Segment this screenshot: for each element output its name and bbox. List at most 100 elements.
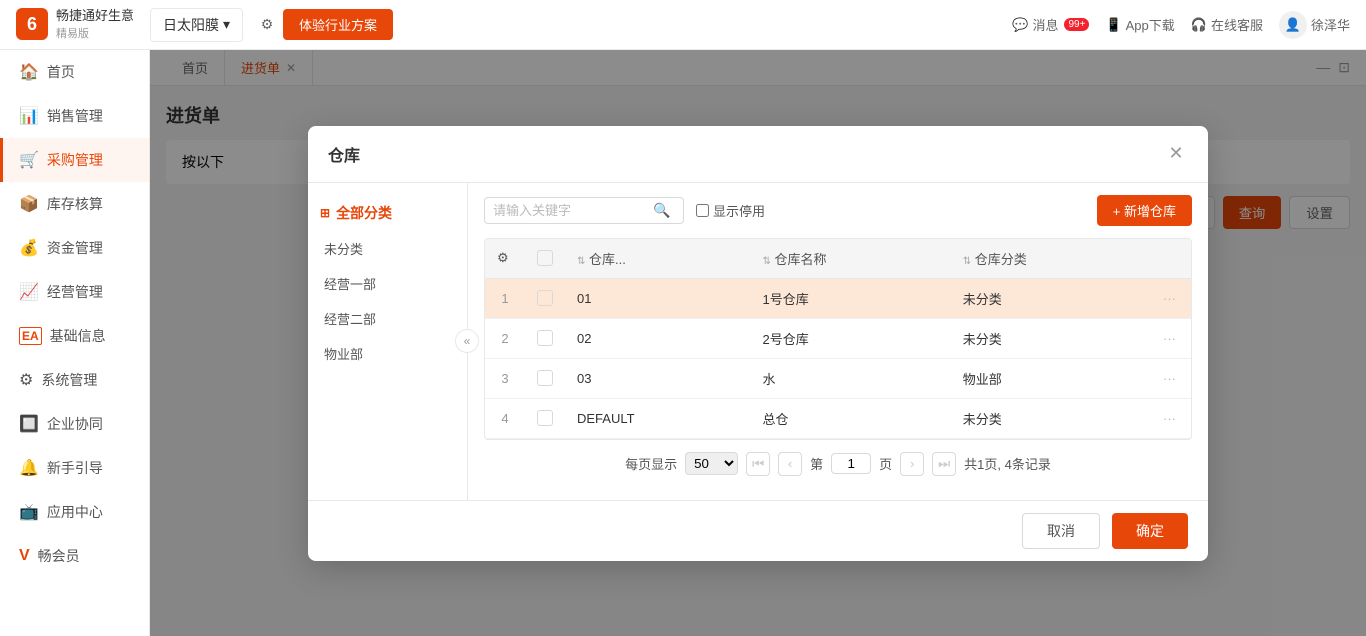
table-row[interactable]: 3 03 水 物业部 ··· xyxy=(485,358,1191,398)
category-item-property[interactable]: 物业部 xyxy=(308,336,467,371)
sidebar-item-enterprise[interactable]: 🔲 企业协同 xyxy=(0,402,149,446)
sidebar-label-sales: 销售管理 xyxy=(47,106,103,126)
row-checkbox-cell[interactable] xyxy=(525,318,565,358)
row-code: 01 xyxy=(565,278,751,318)
row-category: 物业部 xyxy=(951,358,1151,398)
col-name-header[interactable]: ⇅ 仓库名称 xyxy=(751,239,951,279)
try-button[interactable]: 体验行业方案 xyxy=(283,9,393,40)
modal-overlay: 仓库 ✕ ⊞ 全部分类 未分类 经营一部 经营二部 物业部 xyxy=(150,50,1366,636)
col-actions-header xyxy=(1151,239,1191,279)
user-info[interactable]: 👤 徐泽华 xyxy=(1279,11,1350,39)
row-checkbox[interactable] xyxy=(537,330,553,346)
modal-close-button[interactable]: ✕ xyxy=(1164,142,1188,166)
purchase-icon: 🛒 xyxy=(19,150,39,170)
row-code: 02 xyxy=(565,318,751,358)
col-checkbox-header xyxy=(525,239,565,279)
per-page-select[interactable]: 50 20 100 xyxy=(685,452,738,475)
sidebar-item-operations[interactable]: 📈 经营管理 xyxy=(0,270,149,314)
row-checkbox[interactable] xyxy=(537,290,553,306)
row-num: 1 xyxy=(485,278,525,318)
sort-category-icon: ⇅ xyxy=(963,256,971,267)
page-input[interactable] xyxy=(831,453,871,474)
row-category: 未分类 xyxy=(951,398,1151,438)
select-all-checkbox[interactable] xyxy=(537,250,553,266)
customer-service-label: 在线客服 xyxy=(1211,15,1263,34)
row-name: 1号仓库 xyxy=(751,278,951,318)
row-more: ··· xyxy=(1151,358,1191,398)
table-row[interactable]: 1 01 1号仓库 未分类 ··· xyxy=(485,278,1191,318)
sidebar-item-guide[interactable]: 🔔 新手引导 xyxy=(0,446,149,490)
col-category-header[interactable]: ⇅ 仓库分类 xyxy=(951,239,1151,279)
show-disabled-checkbox[interactable] xyxy=(696,204,709,217)
settings-icon[interactable]: ⚙ xyxy=(251,9,283,41)
page-first-button[interactable]: ⏮ xyxy=(746,452,770,476)
row-name: 总仓 xyxy=(751,398,951,438)
row-more: ··· xyxy=(1151,398,1191,438)
category-item-operations2[interactable]: 经营二部 xyxy=(308,301,467,336)
member-icon: V xyxy=(19,547,30,565)
phone-icon: 📱 xyxy=(1105,17,1121,33)
notification-badge: 99+ xyxy=(1064,18,1089,31)
page-next-button[interactable]: › xyxy=(900,452,924,476)
confirm-button[interactable]: 确定 xyxy=(1112,513,1188,549)
row-checkbox-cell[interactable] xyxy=(525,398,565,438)
sidebar-item-finance[interactable]: 💰 资金管理 xyxy=(0,226,149,270)
row-checkbox-cell[interactable] xyxy=(525,278,565,318)
collapse-sidebar-button[interactable]: « xyxy=(455,329,479,353)
row-code: 03 xyxy=(565,358,751,398)
sidebar-label-apps: 应用中心 xyxy=(47,502,103,522)
page-prev-button[interactable]: ‹ xyxy=(778,452,802,476)
sidebar-item-apps[interactable]: 📺 应用中心 xyxy=(0,490,149,534)
cancel-button[interactable]: 取消 xyxy=(1022,513,1100,549)
category-header-label: 全部分类 xyxy=(336,203,392,223)
modal-title: 仓库 xyxy=(328,142,360,166)
page-last-button[interactable]: ⏭ xyxy=(932,452,956,476)
sidebar-item-inventory[interactable]: 📦 库存核算 xyxy=(0,182,149,226)
row-name: 水 xyxy=(751,358,951,398)
category-item-operations1[interactable]: 经营一部 xyxy=(308,266,467,301)
operations-icon: 📈 xyxy=(19,282,39,302)
row-num: 2 xyxy=(485,318,525,358)
store-selector[interactable]: 日太阳膜 ▾ xyxy=(150,8,243,42)
sidebar-label-inventory: 库存核算 xyxy=(47,194,103,214)
sidebar: 🏠 首页 📊 销售管理 🛒 采购管理 📦 库存核算 💰 资金管理 📈 经营管理 … xyxy=(0,50,150,636)
col-code-header[interactable]: ⇅ 仓库... xyxy=(565,239,751,279)
total-label: 共1页, 4条记录 xyxy=(964,454,1051,473)
sidebar-label-operations: 经营管理 xyxy=(47,282,103,302)
search-input[interactable] xyxy=(493,203,653,218)
logo-icon: 6 xyxy=(16,8,48,40)
sidebar-label-purchase: 采购管理 xyxy=(47,150,103,170)
row-more: ··· xyxy=(1151,278,1191,318)
table-row[interactable]: 2 02 2号仓库 未分类 ··· xyxy=(485,318,1191,358)
avatar: 👤 xyxy=(1279,11,1307,39)
sort-code-icon: ⇅ xyxy=(577,256,585,267)
pagination: 每页显示 50 20 100 ⏮ ‹ 第 页 › xyxy=(484,440,1192,488)
sidebar-item-sales[interactable]: 📊 销售管理 xyxy=(0,94,149,138)
sidebar-item-home[interactable]: 🏠 首页 xyxy=(0,50,149,94)
category-header[interactable]: ⊞ 全部分类 xyxy=(308,195,467,231)
sidebar-label-system: 系统管理 xyxy=(41,370,97,390)
table-row[interactable]: 4 DEFAULT 总仓 未分类 ··· xyxy=(485,398,1191,438)
sidebar-item-basic-info[interactable]: EA 基础信息 xyxy=(0,314,149,358)
app-download-item[interactable]: 📱 App下载 xyxy=(1105,15,1174,34)
sidebar-label-enterprise: 企业协同 xyxy=(47,414,103,434)
row-checkbox[interactable] xyxy=(537,410,553,426)
row-code: DEFAULT xyxy=(565,398,751,438)
row-num: 4 xyxy=(485,398,525,438)
sidebar-item-system[interactable]: ⚙ 系统管理 xyxy=(0,358,149,402)
row-name: 2号仓库 xyxy=(751,318,951,358)
header-right: 💬 消息 99+ 📱 App下载 🎧 在线客服 👤 徐泽华 xyxy=(1012,11,1350,39)
store-name: 日太阳膜 xyxy=(163,15,219,35)
customer-service-item[interactable]: 🎧 在线客服 xyxy=(1191,15,1263,34)
row-checkbox-cell[interactable] xyxy=(525,358,565,398)
sales-icon: 📊 xyxy=(19,106,39,126)
search-icon[interactable]: 🔍 xyxy=(653,202,670,219)
sidebar-item-member[interactable]: V 畅会员 xyxy=(0,534,149,578)
show-disabled-label: 显示停用 xyxy=(713,201,765,220)
category-item-unclassified[interactable]: 未分类 xyxy=(308,231,467,266)
row-checkbox[interactable] xyxy=(537,370,553,386)
row-category: 未分类 xyxy=(951,318,1151,358)
sidebar-item-purchase[interactable]: 🛒 采购管理 xyxy=(0,138,149,182)
notifications-item[interactable]: 💬 消息 99+ xyxy=(1012,15,1089,34)
add-warehouse-button[interactable]: + 新增仓库 xyxy=(1097,195,1192,226)
